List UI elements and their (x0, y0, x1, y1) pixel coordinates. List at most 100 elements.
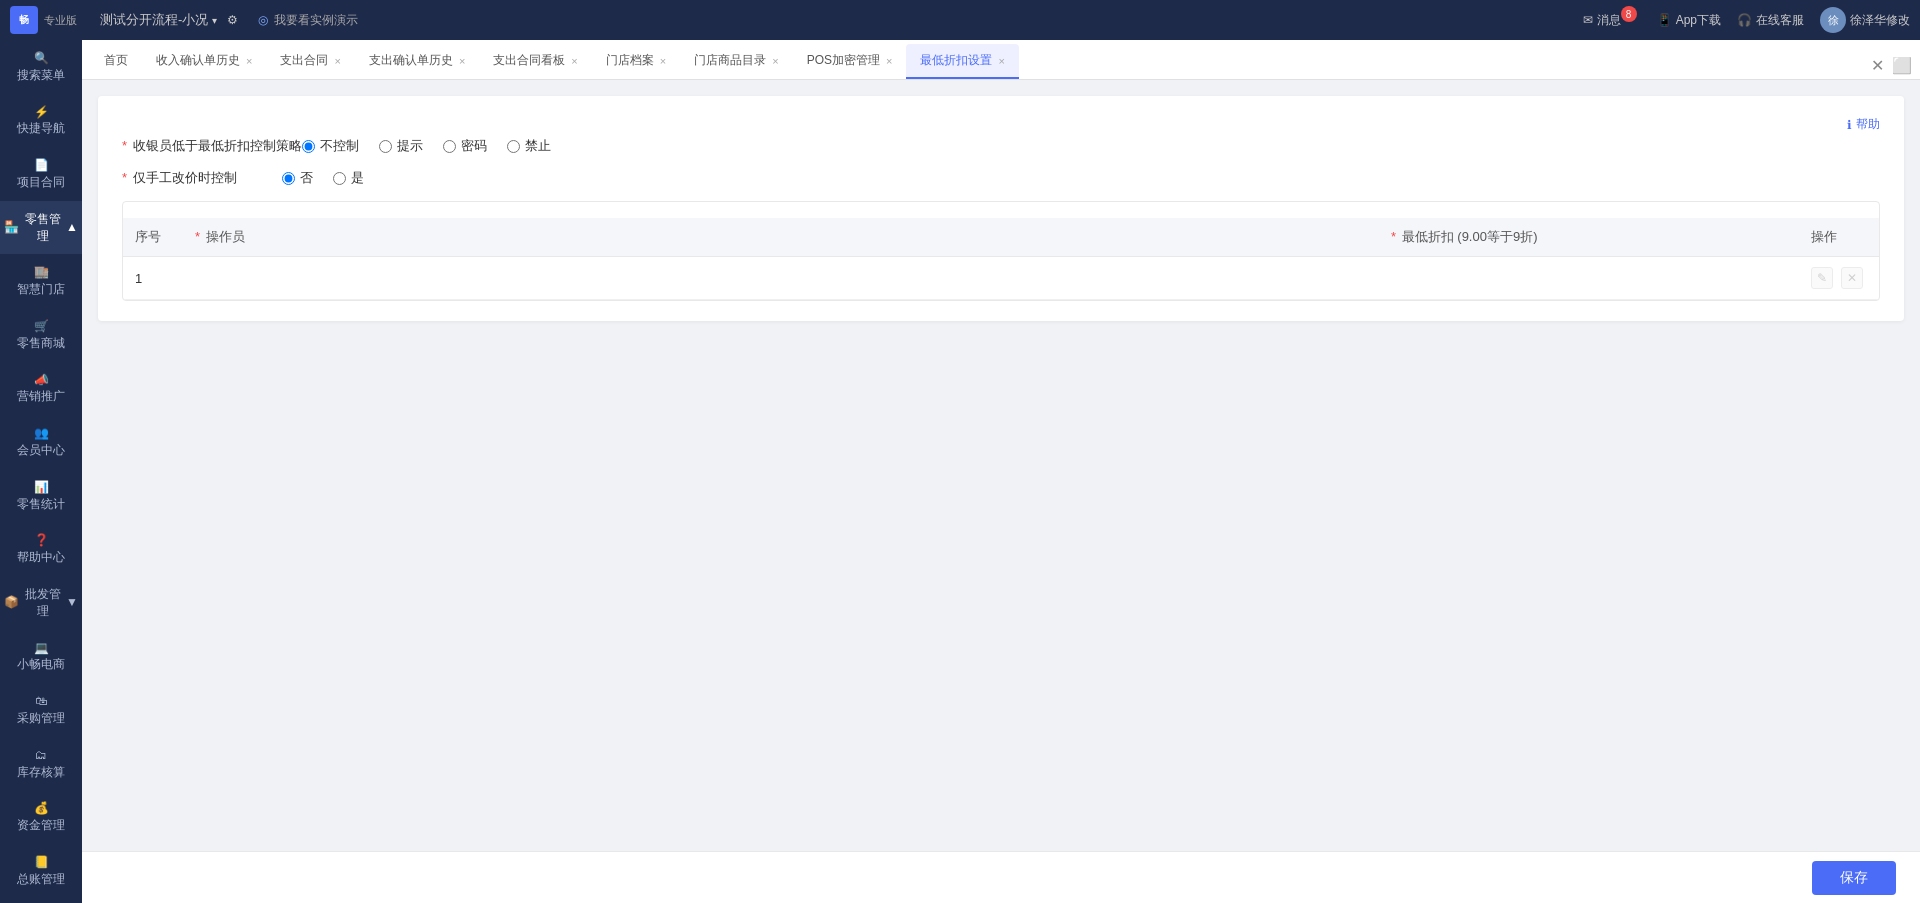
tab-min-discount-label: 最低折扣设置 (920, 52, 992, 69)
help-link[interactable]: ℹ 帮助 (1847, 116, 1880, 133)
manual-price-yes-radio[interactable] (333, 172, 346, 185)
sidebar-item-contracts[interactable]: 📄 项目合同 (0, 147, 82, 201)
sidebar-label-smart-store: 智慧门店 (4, 281, 78, 298)
tab-home[interactable]: 首页 (90, 44, 142, 79)
sidebar-item-retail-stats[interactable]: 📊 零售统计 (0, 469, 82, 523)
cell-discount-1 (1379, 257, 1799, 300)
tab-pos-password-close[interactable]: × (886, 55, 892, 67)
customer-service-button[interactable]: 🎧 在线客服 (1737, 12, 1804, 29)
tab-store-product-catalog[interactable]: 门店商品目录 × (680, 44, 792, 79)
discount-policy-password-radio[interactable] (443, 140, 456, 153)
tab-income-history-close[interactable]: × (246, 55, 252, 67)
sidebar-item-members[interactable]: 👥 会员中心 (0, 415, 82, 469)
discount-policy-forbid-radio[interactable] (507, 140, 520, 153)
discount-policy-hint[interactable]: 提示 (379, 137, 423, 155)
table-row: 1 ✎ ✕ (123, 257, 1879, 300)
discount-policy-forbid-label: 禁止 (525, 137, 551, 155)
sidebar-item-search[interactable]: 🔍 搜索菜单 (0, 40, 82, 94)
sidebar-item-ecommerce[interactable]: 💻 小畅电商 (0, 630, 82, 684)
tab-store-archive-label: 门店档案 (606, 52, 654, 69)
tab-payment-contract-board-close[interactable]: × (571, 55, 577, 67)
tab-payment-confirm-history-close[interactable]: × (459, 55, 465, 67)
tab-payment-contract-close[interactable]: × (334, 55, 340, 67)
tab-store-archive-close[interactable]: × (660, 55, 666, 67)
discount-policy-label: * 收银员低于最低折扣控制策略 (122, 137, 302, 155)
message-icon: ✉ (1583, 13, 1593, 27)
tab-bar-actions: ✕ ⬜ (1871, 56, 1912, 79)
tab-payment-contract-board[interactable]: 支出合同看板 × (479, 44, 591, 79)
delete-icon-btn[interactable]: ✕ (1841, 267, 1863, 289)
download-icon: 📱 (1657, 13, 1672, 27)
tab-store-product-catalog-close[interactable]: × (772, 55, 778, 67)
manual-price-row: * 仅手工改价时控制 否 是 (122, 169, 1880, 187)
edit-icon-btn[interactable]: ✎ (1811, 267, 1833, 289)
content-area: 首页 收入确认单历史 × 支出合同 × 支出确认单历史 × 支出合同看板 × 门… (82, 40, 1920, 903)
help-circle-icon: ℹ (1847, 118, 1852, 132)
tab-close-icon[interactable]: ✕ (1871, 56, 1884, 75)
project-name: 测试分开流程-小况 (100, 11, 208, 29)
manual-price-no-label: 否 (300, 169, 313, 187)
manual-price-label: * 仅手工改价时控制 (122, 169, 282, 187)
col-header-operator: * 操作员 (183, 218, 1379, 257)
demo-link[interactable]: ◎ 我要看实例演示 (258, 12, 358, 29)
tab-payment-confirm-history[interactable]: 支出确认单历史 × (355, 44, 479, 79)
demo-text: 我要看实例演示 (274, 12, 358, 29)
wholesale-icon: 📦 (4, 594, 19, 611)
tab-payment-contract-board-label: 支出合同看板 (493, 52, 565, 69)
discount-policy-none-radio[interactable] (302, 140, 315, 153)
logo-icon: 畅 (10, 6, 38, 34)
tab-bar: 首页 收入确认单历史 × 支出合同 × 支出确认单历史 × 支出合同看板 × 门… (82, 40, 1920, 80)
sidebar-item-wholesale[interactable]: 📦 批发管理 ▼ (0, 576, 82, 630)
sidebar-item-help[interactable]: ❓ 帮助中心 (0, 522, 82, 576)
sidebar-item-purchase[interactable]: 🛍 采购管理 (0, 683, 82, 737)
sidebar-item-invoice[interactable]: 🧾 发票管理 (0, 898, 82, 904)
tab-income-history[interactable]: 收入确认单历史 × (142, 44, 266, 79)
discount-policy-password[interactable]: 密码 (443, 137, 487, 155)
tab-store-product-catalog-label: 门店商品目录 (694, 52, 766, 69)
discount-policy-none-label: 不控制 (320, 137, 359, 155)
sidebar-label-members: 会员中心 (4, 442, 78, 459)
messages-button[interactable]: ✉ 消息 8 (1583, 12, 1641, 29)
manual-price-no-radio[interactable] (282, 172, 295, 185)
manual-price-radio-group: 否 是 (282, 169, 364, 187)
cell-action-1: ✎ ✕ (1799, 257, 1879, 300)
tab-store-archive[interactable]: 门店档案 × (592, 44, 680, 79)
user-name: 徐泽华修改 (1850, 12, 1910, 29)
col-header-seq: 序号 (123, 218, 183, 257)
tab-min-discount-close[interactable]: × (998, 55, 1004, 67)
sidebar-item-inventory[interactable]: 🗂 库存核算 (0, 737, 82, 791)
sidebar-label-shortcuts: 快捷导航 (4, 120, 78, 137)
tab-min-discount[interactable]: 最低折扣设置 × (906, 44, 1018, 79)
sidebar-item-retail-mall[interactable]: 🛒 零售商城 (0, 308, 82, 362)
manual-price-no[interactable]: 否 (282, 169, 313, 187)
app-download-button[interactable]: 📱 App下载 (1657, 12, 1721, 29)
save-button[interactable]: 保存 (1812, 861, 1896, 895)
retail-mall-icon: 🛒 (4, 318, 78, 335)
discount-policy-hint-radio[interactable] (379, 140, 392, 153)
discount-policy-required-mark: * (122, 138, 127, 153)
tab-pos-password[interactable]: POS加密管理 × (793, 44, 907, 79)
ledger-icon: 📒 (4, 854, 78, 871)
sidebar-item-smart-store[interactable]: 🏬 智慧门店 (0, 254, 82, 308)
sidebar-item-finance[interactable]: 💰 资金管理 (0, 790, 82, 844)
sidebar-label-help: 帮助中心 (4, 549, 78, 566)
app-download-label: App下载 (1676, 12, 1721, 29)
tab-maximize-icon[interactable]: ⬜ (1892, 56, 1912, 75)
contract-icon: 📄 (4, 157, 78, 174)
tab-payment-contract[interactable]: 支出合同 × (266, 44, 354, 79)
sidebar-item-shortcuts[interactable]: ⚡ 快捷导航 (0, 94, 82, 148)
sidebar-label-inventory: 库存核算 (4, 764, 78, 781)
project-selector[interactable]: 测试分开流程-小况 ▾ ⚙ (100, 11, 238, 29)
tab-income-history-label: 收入确认单历史 (156, 52, 240, 69)
settings-icon[interactable]: ⚙ (227, 13, 238, 27)
discount-policy-forbid[interactable]: 禁止 (507, 137, 551, 155)
sidebar-item-retail[interactable]: 🏪 零售管理 ▲ (0, 201, 82, 255)
sidebar-item-ledger[interactable]: 📒 总账管理 (0, 844, 82, 898)
sidebar-label-search: 搜索菜单 (4, 67, 78, 84)
operator-required-mark: * (195, 229, 200, 244)
sidebar-item-marketing[interactable]: 📣 营销推广 (0, 362, 82, 416)
discount-policy-none[interactable]: 不控制 (302, 137, 359, 155)
logo: 畅 专业版 (10, 6, 90, 34)
user-profile[interactable]: 徐 徐泽华修改 (1820, 7, 1910, 33)
manual-price-yes[interactable]: 是 (333, 169, 364, 187)
